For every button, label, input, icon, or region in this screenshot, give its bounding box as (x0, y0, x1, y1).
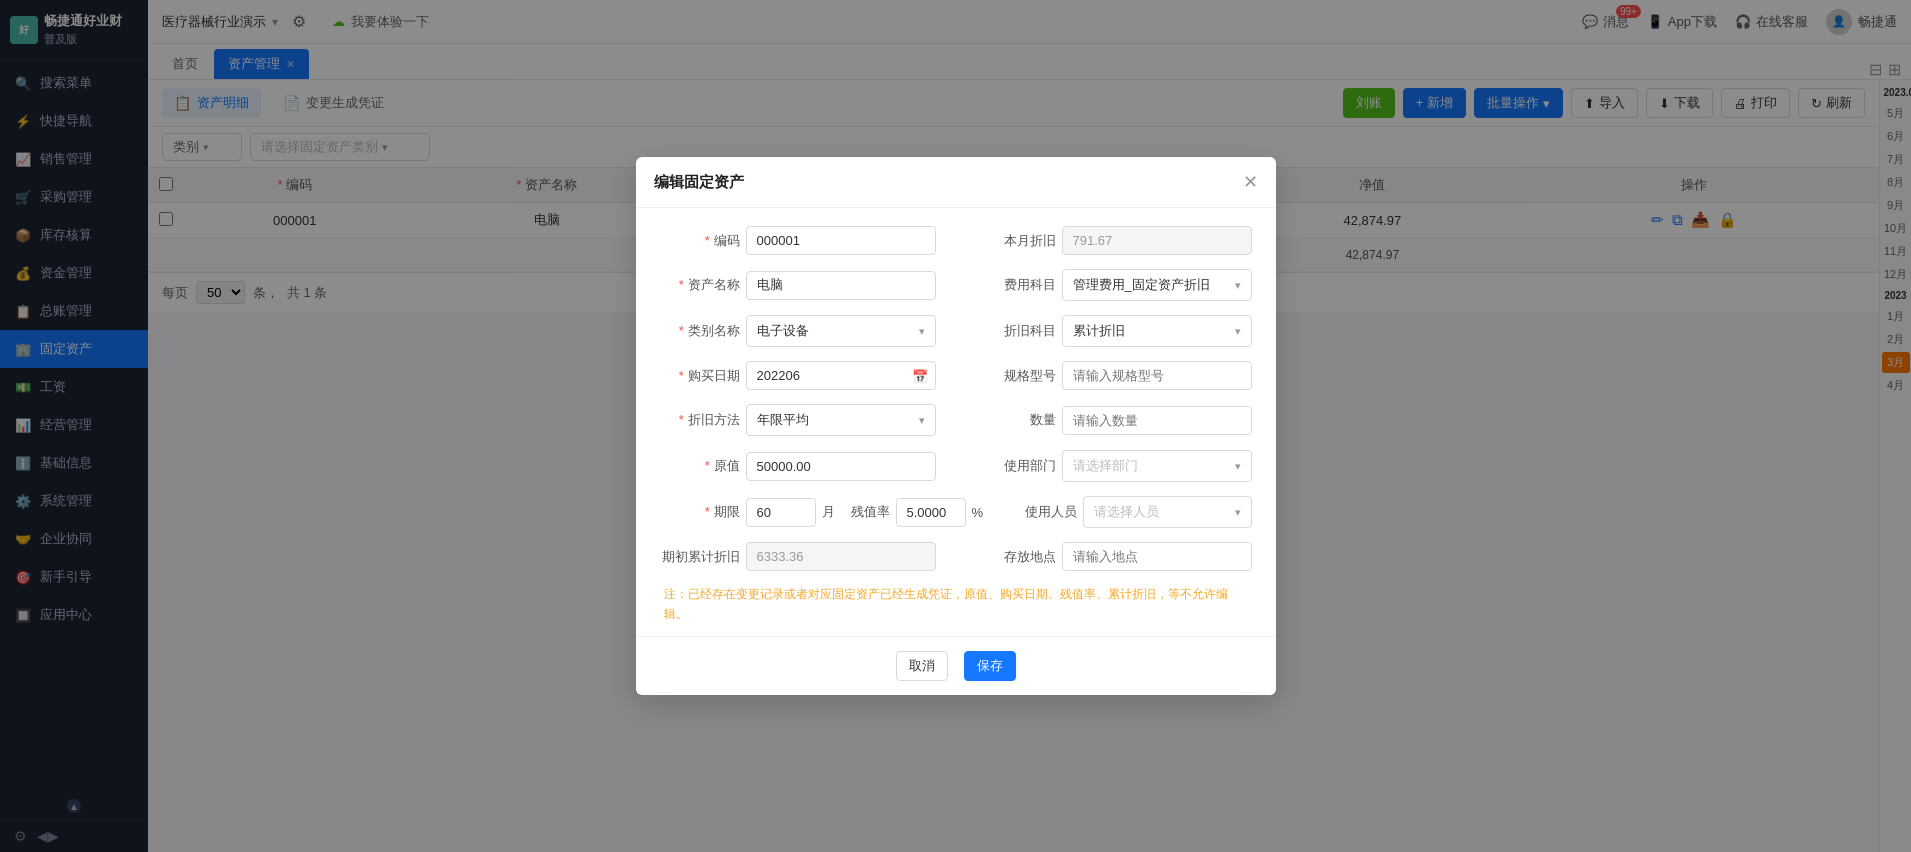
location-label: 存放地点 (976, 548, 1056, 566)
expense-subject-select[interactable]: 管理费用_固定资产折旧 ▾ (1062, 269, 1252, 301)
dep-method-arrow-icon: ▾ (919, 414, 925, 427)
expense-subject-label: 费用科目 (976, 276, 1056, 294)
initial-dep-label: 期初累计折旧 (660, 548, 740, 566)
asset-name-input[interactable] (746, 271, 936, 300)
monthly-dep-input (1062, 226, 1252, 255)
period-unit: 月 (822, 503, 835, 521)
asset-name-label: 资产名称 (660, 276, 740, 294)
quantity-label: 数量 (976, 411, 1056, 429)
department-select[interactable]: 请选择部门 ▾ (1062, 450, 1252, 482)
modal-title: 编辑固定资产 (654, 173, 744, 192)
dep-subject-label: 折旧科目 (976, 322, 1056, 340)
original-value-input[interactable] (746, 452, 936, 481)
residual-rate-label: 残值率 (851, 503, 890, 521)
period-label: 期限 (660, 503, 740, 521)
period-input[interactable] (746, 498, 816, 527)
form-row-5: 折旧方法 年限平均 ▾ 数量 (660, 404, 1252, 436)
form-row-4: 购买日期 📅 规格型号 (660, 361, 1252, 390)
initial-dep-input (746, 542, 936, 571)
form-col-user: 使用人员 请选择人员 ▾ (997, 496, 1251, 528)
form-col-dep-subject: 折旧科目 累计折旧 ▾ (976, 315, 1252, 347)
form-col-expense-subject: 费用科目 管理费用_固定资产折旧 ▾ (976, 269, 1252, 301)
code-label: 编码 (660, 232, 740, 250)
user-label: 使用人员 (997, 503, 1077, 521)
calendar-icon: 📅 (912, 368, 928, 383)
period-inline: 月 残值率 % (746, 498, 958, 527)
department-placeholder: 请选择部门 (1073, 457, 1138, 475)
category-select[interactable]: 电子设备 ▾ (746, 315, 936, 347)
user-select[interactable]: 请选择人员 ▾ (1083, 496, 1251, 528)
original-value-label: 原值 (660, 457, 740, 475)
modal-overlay: 编辑固定资产 ✕ 编码 本月折旧 资产名称 (0, 0, 1911, 852)
residual-rate-unit: % (972, 505, 984, 520)
form-col-spec: 规格型号 (976, 361, 1252, 390)
monthly-dep-label: 本月折旧 (976, 232, 1056, 250)
form-row-6: 原值 使用部门 请选择部门 ▾ (660, 450, 1252, 482)
modal-note: 注：已经存在变更记录或者对应固定资产已经生成凭证，原值、购买日期、残值率、累计折… (660, 585, 1252, 623)
modal-footer: 取消 保存 (636, 636, 1276, 695)
form-col-monthly-dep: 本月折旧 (976, 226, 1252, 255)
form-col-location: 存放地点 (976, 542, 1252, 571)
expense-subject-value: 管理费用_固定资产折旧 (1073, 276, 1210, 294)
spec-input[interactable] (1062, 361, 1252, 390)
modal-header: 编辑固定资产 ✕ (636, 157, 1276, 208)
category-value: 电子设备 (757, 322, 809, 340)
form-col-department: 使用部门 请选择部门 ▾ (976, 450, 1252, 482)
edit-modal: 编辑固定资产 ✕ 编码 本月折旧 资产名称 (636, 157, 1276, 694)
form-col-period: 期限 月 残值率 % (660, 498, 958, 527)
user-arrow-icon: ▾ (1235, 506, 1241, 519)
cancel-label: 取消 (909, 657, 935, 675)
dep-method-label: 折旧方法 (660, 411, 740, 429)
dep-method-value: 年限平均 (757, 411, 809, 429)
code-input[interactable] (746, 226, 936, 255)
dep-subject-select[interactable]: 累计折旧 ▾ (1062, 315, 1252, 347)
modal-close-icon[interactable]: ✕ (1243, 171, 1258, 193)
department-arrow-icon: ▾ (1235, 460, 1241, 473)
form-col-original-value: 原值 (660, 452, 936, 481)
department-label: 使用部门 (976, 457, 1056, 475)
purchase-date-label: 购买日期 (660, 367, 740, 385)
spec-label: 规格型号 (976, 367, 1056, 385)
expense-subject-arrow-icon: ▾ (1235, 279, 1241, 292)
cancel-button[interactable]: 取消 (896, 651, 948, 681)
form-col-asset-name: 资产名称 (660, 271, 936, 300)
user-placeholder: 请选择人员 (1094, 503, 1159, 521)
form-row-7: 期限 月 残值率 % 使用人员 请选择人员 ▾ (660, 496, 1252, 528)
save-label: 保存 (977, 657, 1003, 675)
modal-body: 编码 本月折旧 资产名称 费用科目 管理费 (636, 208, 1276, 635)
category-label: 类别名称 (660, 322, 740, 340)
dep-method-select[interactable]: 年限平均 ▾ (746, 404, 936, 436)
form-col-purchase-date: 购买日期 📅 (660, 361, 936, 390)
form-col-initial-dep: 期初累计折旧 (660, 542, 936, 571)
save-button[interactable]: 保存 (964, 651, 1016, 681)
form-row-1: 编码 本月折旧 (660, 226, 1252, 255)
location-input[interactable] (1062, 542, 1252, 571)
form-col-dep-method: 折旧方法 年限平均 ▾ (660, 404, 936, 436)
dep-subject-arrow-icon: ▾ (1235, 325, 1241, 338)
purchase-date-wrapper: 📅 (746, 361, 936, 390)
category-arrow-icon: ▾ (919, 325, 925, 338)
quantity-input[interactable] (1062, 406, 1252, 435)
purchase-date-input[interactable] (746, 361, 936, 390)
form-col-code: 编码 (660, 226, 936, 255)
form-row-3: 类别名称 电子设备 ▾ 折旧科目 累计折旧 ▾ (660, 315, 1252, 347)
form-col-quantity: 数量 (976, 406, 1252, 435)
form-row-8: 期初累计折旧 存放地点 (660, 542, 1252, 571)
dep-subject-value: 累计折旧 (1073, 322, 1125, 340)
form-col-category: 类别名称 电子设备 ▾ (660, 315, 936, 347)
form-row-2: 资产名称 费用科目 管理费用_固定资产折旧 ▾ (660, 269, 1252, 301)
residual-rate-input[interactable] (896, 498, 966, 527)
